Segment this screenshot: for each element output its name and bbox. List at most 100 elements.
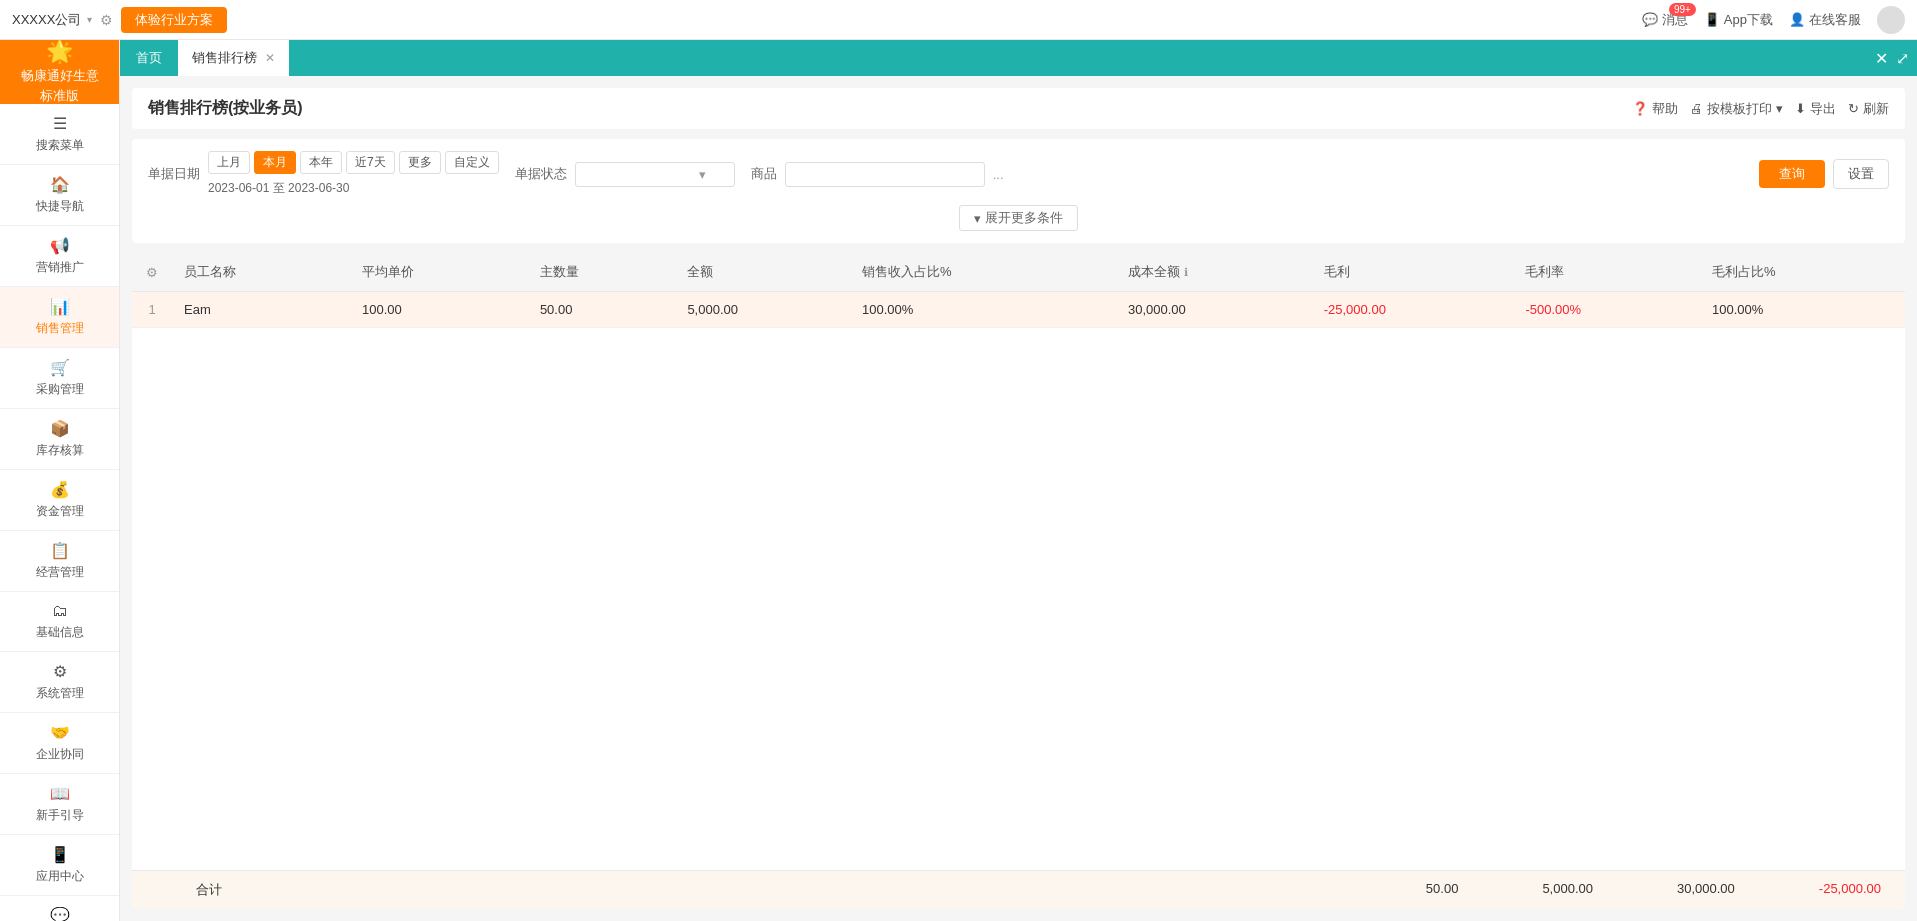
col-gross-margin: 毛利率 — [1513, 253, 1699, 292]
footer-label: 合计 — [184, 881, 234, 899]
trial-button[interactable]: 体验行业方案 — [121, 7, 227, 33]
expand-icon: ▾ — [974, 211, 981, 226]
print-icon: 🖨 — [1690, 101, 1703, 116]
query-button[interactable]: 查询 — [1759, 160, 1825, 188]
tab-home[interactable]: 首页 — [120, 40, 178, 76]
sidebar-item-purchase[interactable]: 🛒 采购管理 — [0, 348, 119, 409]
sidebar-item-label: 库存核算 — [36, 442, 84, 459]
settings-icon[interactable]: ⚙ — [100, 12, 113, 28]
print-button[interactable]: 🖨 按模板打印 ▾ — [1690, 100, 1783, 118]
footer-empty — [144, 881, 184, 899]
help-icon: ❓ — [1632, 101, 1648, 116]
tab-bar-right: ✕ ⤢ — [1875, 49, 1917, 68]
company-selector[interactable]: XXXXX公司 ▾ — [12, 11, 92, 29]
message-badge: 99+ — [1669, 3, 1696, 16]
col-gross-pct: 毛利占比% — [1700, 253, 1905, 292]
cell-sales-pct: 100.00% — [850, 292, 1116, 328]
cell-main-qty: 50.00 — [528, 292, 676, 328]
date-btn-custom[interactable]: 自定义 — [445, 151, 499, 174]
cell-avg-price: 100.00 — [350, 292, 528, 328]
date-btn-last-month[interactable]: 上月 — [208, 151, 250, 174]
goods-label: 商品 — [751, 165, 777, 183]
status-filter: 单据状态 ▾ — [515, 162, 735, 187]
sidebar-item-app-center[interactable]: 📱 应用中心 — [0, 835, 119, 896]
logo-line1: 畅康通好生意 — [21, 67, 99, 85]
sidebar-item-label: 营销推广 — [36, 259, 84, 276]
sales-icon: 📊 — [50, 297, 70, 316]
goods-more-icon[interactable]: ... — [993, 167, 1004, 182]
sidebar-item-quick-nav[interactable]: 🏠 快捷导航 — [0, 165, 119, 226]
footer-amount: 5,000.00 — [1530, 881, 1605, 899]
logo-line2: 标准版 — [40, 87, 79, 105]
date-btn-7days[interactable]: 近7天 — [346, 151, 395, 174]
refresh-button[interactable]: ↻ 刷新 — [1848, 100, 1889, 118]
sidebar-item-operations[interactable]: 📋 经营管理 — [0, 531, 119, 592]
footer-main-qty: 50.00 — [1414, 881, 1471, 899]
message-button[interactable]: 💬 消息 99+ — [1642, 11, 1688, 29]
window-close-icon[interactable]: ✕ — [1875, 49, 1888, 68]
export-button[interactable]: ⬇ 导出 — [1795, 100, 1836, 118]
sidebar-item-marketing[interactable]: 📢 营销推广 — [0, 226, 119, 287]
sidebar-item-wechat[interactable]: 💬 企业微信 — [0, 896, 119, 921]
filter-area: 单据日期 上月 本月 本年 近7天 更多 自定义 2023-06-01 至 20… — [132, 139, 1905, 243]
online-service-button[interactable]: 👤 在线客服 — [1789, 11, 1861, 29]
expand-button[interactable]: ▾ 展开更多条件 — [959, 205, 1078, 231]
sidebar-item-search-order[interactable]: ☰ 搜索菜单 — [0, 104, 119, 165]
sidebar-item-label: 采购管理 — [36, 381, 84, 398]
cell-gross-margin: -500.00% — [1513, 292, 1699, 328]
app-download-label: App下载 — [1724, 11, 1773, 29]
status-select[interactable]: ▾ — [575, 162, 735, 187]
cost-info-icon: ℹ — [1184, 266, 1188, 278]
search-menu-icon: ☰ — [53, 114, 67, 133]
date-btn-this-month[interactable]: 本月 — [254, 151, 296, 174]
app-icon: 📱 — [1704, 12, 1720, 27]
sidebar-item-system[interactable]: ⚙ 系统管理 — [0, 652, 119, 713]
col-amount: 全额 — [675, 253, 850, 292]
footer-gross-profit: -25,000.00 — [1807, 881, 1893, 899]
sidebar-item-label: 应用中心 — [36, 868, 84, 885]
sidebar-item-sales[interactable]: 📊 销售管理 — [0, 287, 119, 348]
top-bar: XXXXX公司 ▾ ⚙ 体验行业方案 💬 消息 99+ 📱 App下载 👤 在线… — [0, 0, 1917, 40]
col-gear[interactable]: ⚙ — [132, 253, 172, 292]
footer-cost-amount: 30,000.00 — [1665, 881, 1747, 899]
avatar[interactable] — [1877, 6, 1905, 34]
sidebar-item-guide[interactable]: 📖 新手引导 — [0, 774, 119, 835]
page-title: 销售排行榜(按业务员) — [148, 98, 303, 119]
sidebar-item-basic-info[interactable]: 🗂 基础信息 — [0, 592, 119, 652]
col-name: 员工名称 — [172, 253, 350, 292]
service-icon: 👤 — [1789, 12, 1805, 27]
app-download-button[interactable]: 📱 App下载 — [1704, 11, 1773, 29]
cell-amount: 5,000.00 — [675, 292, 850, 328]
tab-sales-ranking[interactable]: 销售排行榜 ✕ — [178, 40, 289, 76]
filter-row: 单据日期 上月 本月 本年 近7天 更多 自定义 2023-06-01 至 20… — [148, 151, 1889, 197]
sidebar-item-inventory[interactable]: 📦 库存核算 — [0, 409, 119, 470]
date-btn-this-year[interactable]: 本年 — [300, 151, 342, 174]
tab-close-icon[interactable]: ✕ — [265, 51, 275, 65]
page-header: 销售排行榜(按业务员) ❓ 帮助 🖨 按模板打印 ▾ ⬇ 导出 — [132, 88, 1905, 129]
settings-button[interactable]: 设置 — [1833, 159, 1889, 189]
sidebar: 🌟 畅康通好生意 标准版 ☰ 搜索菜单 🏠 快捷导航 📢 营销推广 📊 销售管理… — [0, 40, 120, 921]
export-icon: ⬇ — [1795, 101, 1806, 116]
date-range: 2023-06-01 至 2023-06-30 — [208, 180, 499, 197]
help-button[interactable]: ❓ 帮助 — [1632, 100, 1678, 118]
sidebar-item-finance[interactable]: 💰 资金管理 — [0, 470, 119, 531]
date-options: 上月 本月 本年 近7天 更多 自定义 — [208, 151, 499, 174]
window-max-icon[interactable]: ⤢ — [1896, 49, 1909, 68]
enterprise-icon: 🤝 — [50, 723, 70, 742]
sidebar-item-label: 经营管理 — [36, 564, 84, 581]
goods-input[interactable] — [785, 162, 985, 187]
table-gear-icon[interactable]: ⚙ — [144, 265, 160, 280]
date-btn-more[interactable]: 更多 — [399, 151, 441, 174]
col-main-qty: 主数量 — [528, 253, 676, 292]
table-row: 1 Eam 100.00 50.00 5,000.00 100.00% 30,0… — [132, 292, 1905, 328]
inventory-icon: 📦 — [50, 419, 70, 438]
sidebar-item-enterprise[interactable]: 🤝 企业协同 — [0, 713, 119, 774]
basic-info-icon: 🗂 — [52, 602, 68, 620]
expand-label: 展开更多条件 — [985, 209, 1063, 227]
tab-label: 销售排行榜 — [192, 49, 257, 67]
sidebar-item-label: 销售管理 — [36, 320, 84, 337]
page-content: 销售排行榜(按业务员) ❓ 帮助 🖨 按模板打印 ▾ ⬇ 导出 — [120, 76, 1917, 921]
table-footer: 合计 50.00 5,000.00 30,000.00 -25,000.00 — [132, 870, 1905, 909]
table-container: ⚙ 员工名称 平均单价 主数量 全额 销售收入占比% 成本全额 ℹ 毛利 毛利率… — [132, 253, 1905, 909]
main-layout: 🌟 畅康通好生意 标准版 ☰ 搜索菜单 🏠 快捷导航 📢 营销推广 📊 销售管理… — [0, 40, 1917, 921]
